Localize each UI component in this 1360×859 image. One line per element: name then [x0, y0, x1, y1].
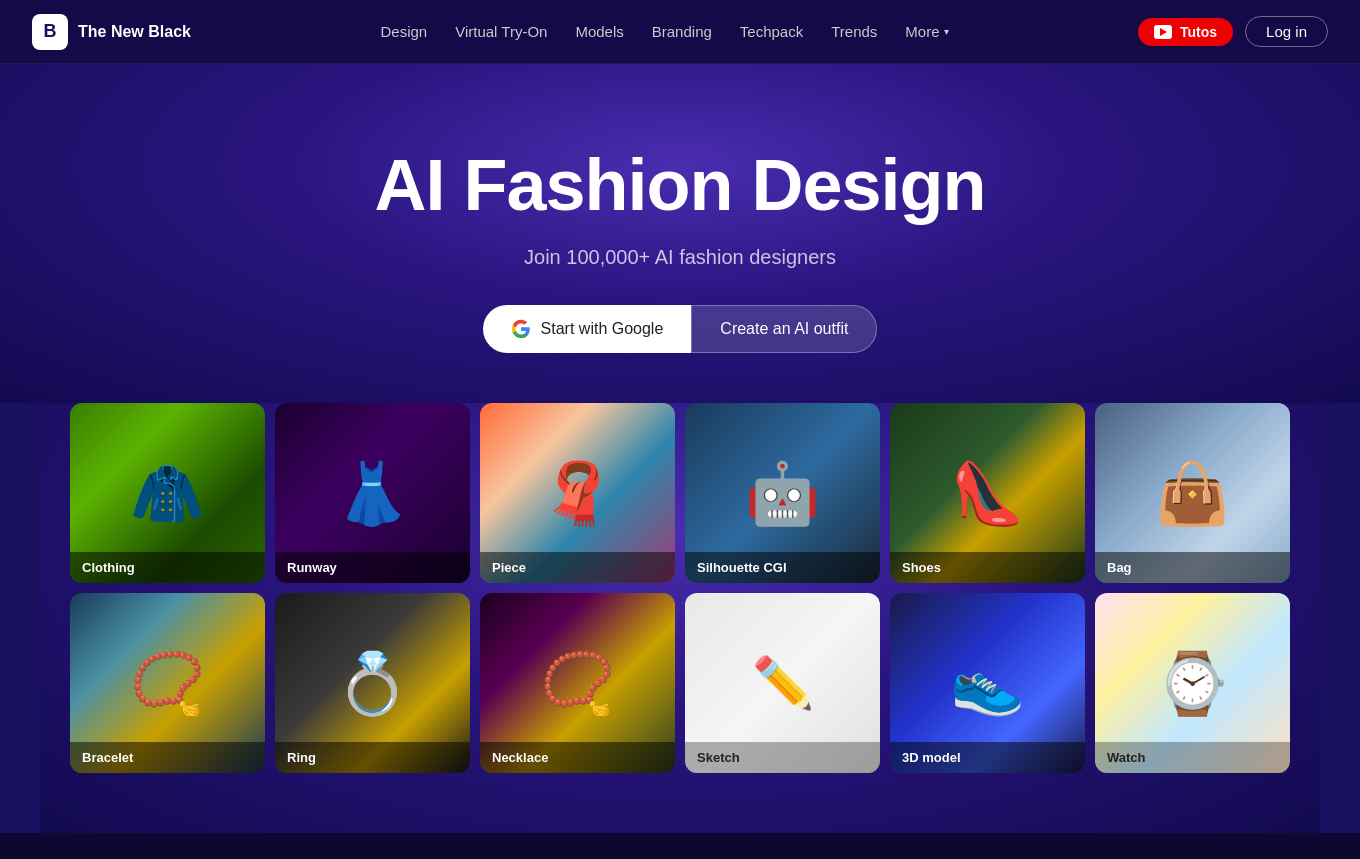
- gallery-item-necklace[interactable]: 📿 Necklace: [480, 593, 675, 773]
- watch-label: Watch: [1095, 742, 1290, 773]
- sketch-label: Sketch: [685, 742, 880, 773]
- shoes-label: Shoes: [890, 552, 1085, 583]
- create-outfit-button[interactable]: Create an AI outfit: [691, 305, 877, 353]
- ring-label: Ring: [275, 742, 470, 773]
- hero-buttons: Start with Google Create an AI outfit: [20, 305, 1340, 353]
- gallery-item-sketch[interactable]: ✏️ Sketch: [685, 593, 880, 773]
- youtube-icon: [1154, 25, 1172, 39]
- nav-models[interactable]: Models: [575, 23, 623, 40]
- hero-subtitle: Join 100,000+ AI fashion designers: [20, 246, 1340, 269]
- gallery-item-piece[interactable]: 🧣 Piece: [480, 403, 675, 583]
- nav-techpack[interactable]: Techpack: [740, 23, 803, 40]
- gallery-item-3dmodel[interactable]: 👟 3D model: [890, 593, 1085, 773]
- gallery-item-ring[interactable]: 💍 Ring: [275, 593, 470, 773]
- nav-trends[interactable]: Trends: [831, 23, 877, 40]
- play-triangle: [1160, 28, 1167, 36]
- bottom-section: [0, 833, 1360, 859]
- 3dmodel-label: 3D model: [890, 742, 1085, 773]
- logo-link[interactable]: B The New Black: [32, 14, 191, 50]
- nav-branding[interactable]: Branding: [652, 23, 712, 40]
- hero-section: AI Fashion Design Join 100,000+ AI fashi…: [0, 64, 1360, 403]
- logo-icon: B: [32, 14, 68, 50]
- nav-design[interactable]: Design: [380, 23, 427, 40]
- gallery-item-watch[interactable]: ⌚ Watch: [1095, 593, 1290, 773]
- login-button[interactable]: Log in: [1245, 16, 1328, 47]
- google-icon: [511, 319, 531, 339]
- gallery-item-shoes[interactable]: 👠 Shoes: [890, 403, 1085, 583]
- gallery-item-runway[interactable]: 👗 Runway: [275, 403, 470, 583]
- bag-label: Bag: [1095, 552, 1290, 583]
- gallery-item-silhouette[interactable]: 🤖 Silhouette CGI: [685, 403, 880, 583]
- gallery-item-clothing[interactable]: 🧥 Clothing: [70, 403, 265, 583]
- silhouette-label: Silhouette CGI: [685, 552, 880, 583]
- google-signin-button[interactable]: Start with Google: [483, 305, 692, 353]
- gallery-section: 🧥 Clothing 👗 Runway 🧣 Piece 🤖 Silhouette…: [40, 403, 1320, 833]
- necklace-label: Necklace: [480, 742, 675, 773]
- gallery-item-bracelet[interactable]: 📿 Bracelet: [70, 593, 265, 773]
- youtube-button[interactable]: Tutos: [1138, 18, 1233, 46]
- clothing-label: Clothing: [70, 552, 265, 583]
- runway-label: Runway: [275, 552, 470, 583]
- gallery-item-bag[interactable]: 👜 Bag: [1095, 403, 1290, 583]
- nav-virtual-try-on[interactable]: Virtual Try-On: [455, 23, 547, 40]
- nav-more[interactable]: More ▾: [905, 23, 948, 40]
- logo-text: The New Black: [78, 23, 191, 41]
- navigation: B The New Black Design Virtual Try-On Mo…: [0, 0, 1360, 64]
- bracelet-label: Bracelet: [70, 742, 265, 773]
- nav-right: Tutos Log in: [1138, 16, 1328, 47]
- nav-links: Design Virtual Try-On Models Branding Te…: [380, 23, 948, 41]
- chevron-down-icon: ▾: [944, 26, 949, 37]
- piece-label: Piece: [480, 552, 675, 583]
- gallery-grid: 🧥 Clothing 👗 Runway 🧣 Piece 🤖 Silhouette…: [70, 403, 1290, 773]
- hero-title: AI Fashion Design: [20, 144, 1340, 226]
